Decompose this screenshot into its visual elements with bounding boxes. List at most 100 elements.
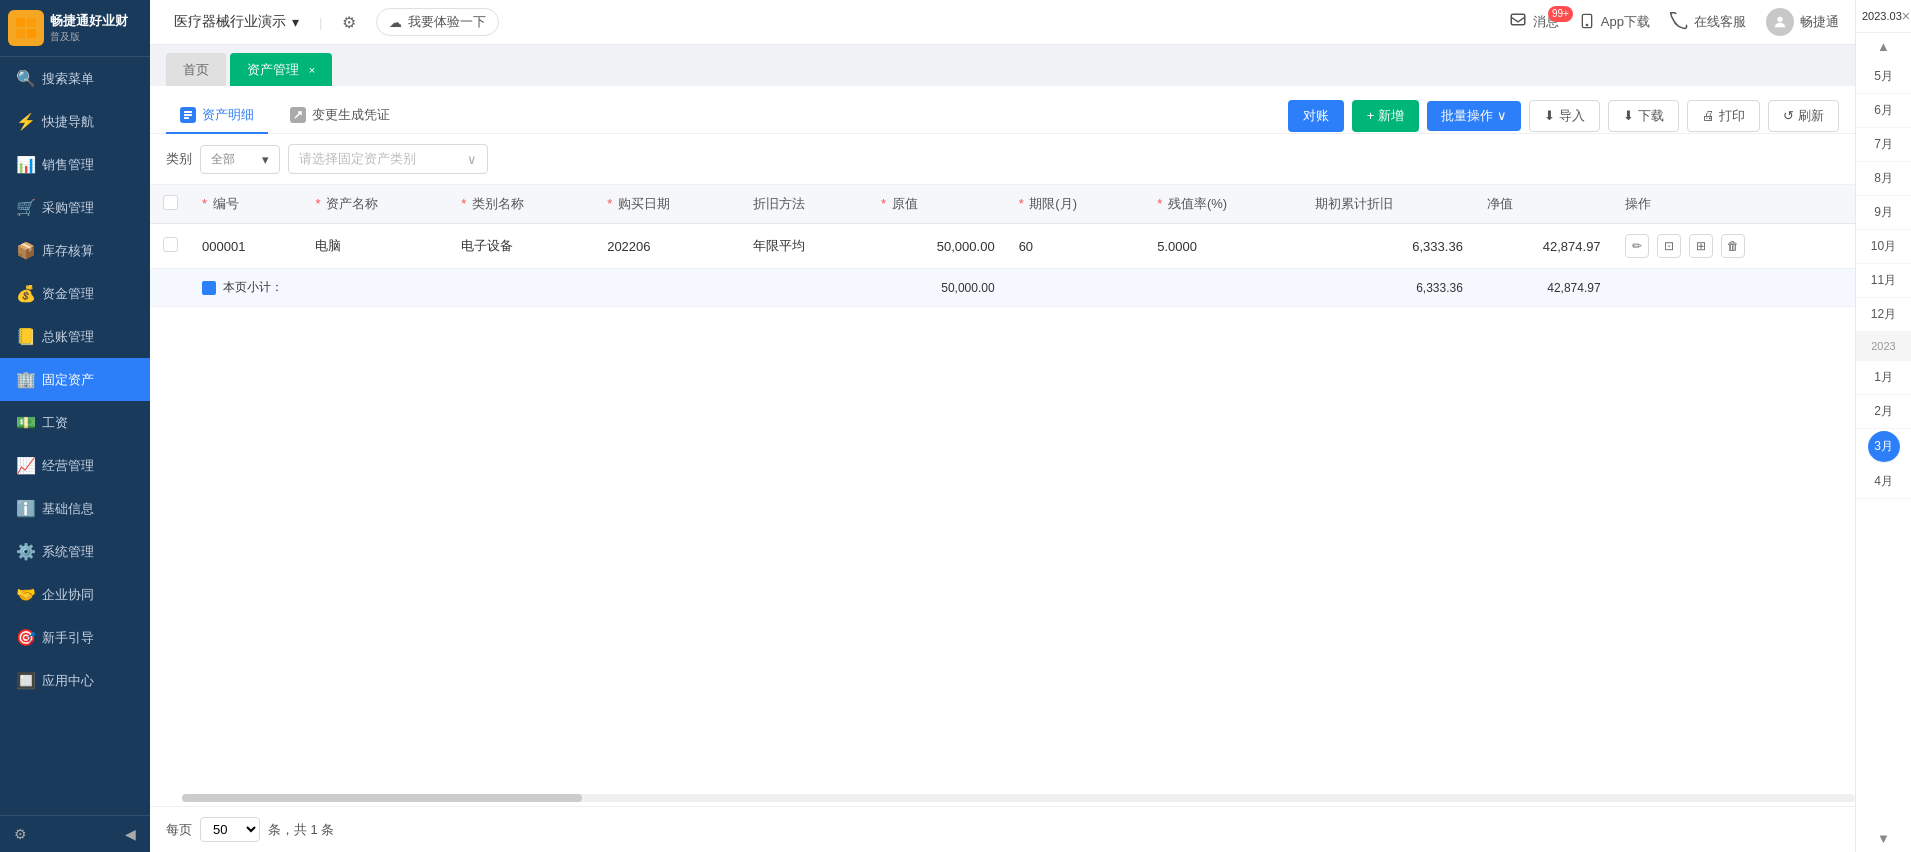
- edit-button[interactable]: ✏: [1625, 234, 1649, 258]
- sidebar-item-system[interactable]: ⚙️ 系统管理: [0, 530, 150, 573]
- sidebar-item-label: 经营管理: [42, 457, 94, 475]
- settings-button[interactable]: ⚙: [334, 7, 364, 37]
- collapse-icon[interactable]: ◀: [125, 826, 136, 842]
- sidebar-item-fixed-assets[interactable]: 🏢 固定资产: [0, 358, 150, 401]
- tab-close-icon[interactable]: ×: [309, 64, 315, 76]
- per-page-select[interactable]: 50 100 200: [200, 817, 260, 842]
- cell-net-value: 42,874.97: [1475, 224, 1613, 269]
- sidebar-item-app-center[interactable]: 🔲 应用中心: [0, 659, 150, 702]
- username: 畅捷通: [1800, 13, 1839, 31]
- cell-original-value: 50,000.00: [869, 224, 1007, 269]
- sidebar-item-guide[interactable]: 🎯 新手引导: [0, 616, 150, 659]
- sidebar-item-sales[interactable]: 📊 销售管理: [0, 143, 150, 186]
- month-2023-1[interactable]: 1月: [1856, 361, 1911, 395]
- content-area: 首页 资产管理 × 资产明细: [150, 45, 1855, 852]
- inventory-icon: 📦: [16, 241, 34, 260]
- messages-button[interactable]: 消息 99+: [1509, 12, 1559, 33]
- subtotal-original-value: 50,000.00: [869, 269, 1007, 307]
- month-7[interactable]: 7月: [1856, 128, 1911, 162]
- main-area: 医疗器械行业演示 ▾ | ⚙ ☁ 我要体验一下 消息 99+: [150, 0, 1855, 852]
- right-panel: 2023.03 × ▲ 5月 6月 7月 8月 9月 10月 11月 12月 2…: [1855, 0, 1911, 852]
- sidebar-item-label: 工资: [42, 414, 68, 432]
- right-panel-down-button[interactable]: ▼: [1856, 825, 1911, 852]
- subtotal-net-value: 42,874.97: [1475, 269, 1613, 307]
- cell-code: 000001: [190, 224, 303, 269]
- sidebar-item-inventory[interactable]: 📦 库存核算: [0, 229, 150, 272]
- purchase-icon: 🛒: [16, 198, 34, 217]
- app-download-button[interactable]: App下载: [1579, 12, 1650, 33]
- page-content: 资产明细 变更生成凭证 对账 + 新增 批量操作 ∨: [150, 86, 1855, 852]
- sidebar-menu: 🔍 搜索菜单 ⚡ 快捷导航 📊 销售管理 🛒 采购管理 📦 库存核算 💰 资金管…: [0, 57, 150, 815]
- cell-period: 60: [1007, 224, 1146, 269]
- sidebar-item-salary[interactable]: 💵 工资: [0, 401, 150, 444]
- tab-asset-management[interactable]: 资产管理 ×: [230, 53, 332, 86]
- system-icon: ⚙️: [16, 542, 34, 561]
- home-tab-label: 首页: [183, 62, 209, 77]
- sidebar-item-ledger[interactable]: 📒 总账管理: [0, 315, 150, 358]
- sidebar-item-label: 基础信息: [42, 500, 94, 518]
- col-header-accumulated-depreciation: 期初累计折旧: [1303, 185, 1475, 224]
- subtotal-label: 本页小计：: [223, 280, 283, 294]
- delete-button[interactable]: 🗑: [1721, 234, 1745, 258]
- select-all-checkbox[interactable]: [163, 195, 178, 210]
- download-button[interactable]: ⬇ 下载: [1608, 100, 1679, 132]
- topbar-right: 消息 99+ App下载 在线客服: [1509, 8, 1839, 36]
- sidebar-item-label: 新手引导: [42, 629, 94, 647]
- right-panel-close-button[interactable]: ×: [1902, 8, 1910, 24]
- sidebar-item-collaboration[interactable]: 🤝 企业协同: [0, 573, 150, 616]
- copy-button[interactable]: ⊡: [1657, 234, 1681, 258]
- refresh-button[interactable]: ↺ 刷新: [1768, 100, 1839, 132]
- sidebar-item-nav[interactable]: ⚡ 快捷导航: [0, 100, 150, 143]
- tabs-bar: 首页 资产管理 ×: [150, 45, 1855, 86]
- user-profile[interactable]: 畅捷通: [1766, 8, 1839, 36]
- month-5[interactable]: 5月: [1856, 60, 1911, 94]
- sidebar-item-search[interactable]: 🔍 搜索菜单: [0, 57, 150, 100]
- reconcile-button[interactable]: 对账: [1288, 100, 1344, 132]
- category-filter-select[interactable]: 全部 ▾: [200, 145, 280, 174]
- fixed-assets-icon: 🏢: [16, 370, 34, 389]
- import-button[interactable]: ⬇ 导入: [1529, 100, 1600, 132]
- horizontal-scrollbar-thumb[interactable]: [182, 794, 582, 802]
- sidebar-item-purchase[interactable]: 🛒 采购管理: [0, 186, 150, 229]
- sidebar-item-label: 库存核算: [42, 242, 94, 260]
- batch-ops-button[interactable]: 批量操作 ∨: [1427, 101, 1521, 131]
- sub-tab-change-voucher[interactable]: 变更生成凭证: [276, 98, 404, 134]
- month-8[interactable]: 8月: [1856, 162, 1911, 196]
- sidebar-item-label: 应用中心: [42, 672, 94, 690]
- month-6[interactable]: 6月: [1856, 94, 1911, 128]
- topbar-separator: |: [319, 15, 322, 30]
- table-row: 000001 电脑 电子设备 202206: [150, 224, 1855, 269]
- month-2023-3[interactable]: 3月: [1868, 431, 1900, 463]
- right-panel-up-button[interactable]: ▲: [1856, 33, 1911, 60]
- svg-rect-1: [27, 18, 36, 27]
- col-header-depreciation-method: 折旧方法: [741, 185, 869, 224]
- sidebar-item-basic-info[interactable]: ℹ️ 基础信息: [0, 487, 150, 530]
- import-icon: ⬇: [1544, 108, 1555, 123]
- sidebar-item-management[interactable]: 📈 经营管理: [0, 444, 150, 487]
- horizontal-scrollbar-track[interactable]: [182, 794, 1855, 802]
- more-button[interactable]: ⊞: [1689, 234, 1713, 258]
- download-label: 下载: [1638, 107, 1664, 125]
- experience-button[interactable]: ☁ 我要体验一下: [376, 8, 499, 36]
- month-11[interactable]: 11月: [1856, 264, 1911, 298]
- month-10[interactable]: 10月: [1856, 230, 1911, 264]
- month-9[interactable]: 9月: [1856, 196, 1911, 230]
- table-container: * 编号 * 资产名称 * 类别名称: [150, 185, 1855, 790]
- sub-tab-asset-detail[interactable]: 资产明细: [166, 98, 268, 134]
- tab-home[interactable]: 首页: [166, 53, 226, 86]
- online-service-button[interactable]: 在线客服: [1670, 12, 1746, 33]
- month-12[interactable]: 12月: [1856, 298, 1911, 332]
- category-type-filter[interactable]: 请选择固定资产类别 ∨: [288, 144, 488, 174]
- sales-icon: 📊: [16, 155, 34, 174]
- company-selector[interactable]: 医疗器械行业演示 ▾: [166, 9, 307, 35]
- month-2023-4[interactable]: 4月: [1856, 465, 1911, 499]
- month-2023-2[interactable]: 2月: [1856, 395, 1911, 429]
- print-button[interactable]: 🖨 打印: [1687, 100, 1760, 132]
- new-button[interactable]: + 新增: [1352, 100, 1419, 132]
- year-2023-label: 2023: [1856, 332, 1911, 361]
- per-page-label: 每页: [166, 821, 192, 839]
- sidebar-item-finance[interactable]: 💰 资金管理: [0, 272, 150, 315]
- settings-icon[interactable]: ⚙: [14, 826, 27, 842]
- row-checkbox[interactable]: [163, 237, 178, 252]
- subtotal-label-cell: 本页小计：: [190, 269, 869, 307]
